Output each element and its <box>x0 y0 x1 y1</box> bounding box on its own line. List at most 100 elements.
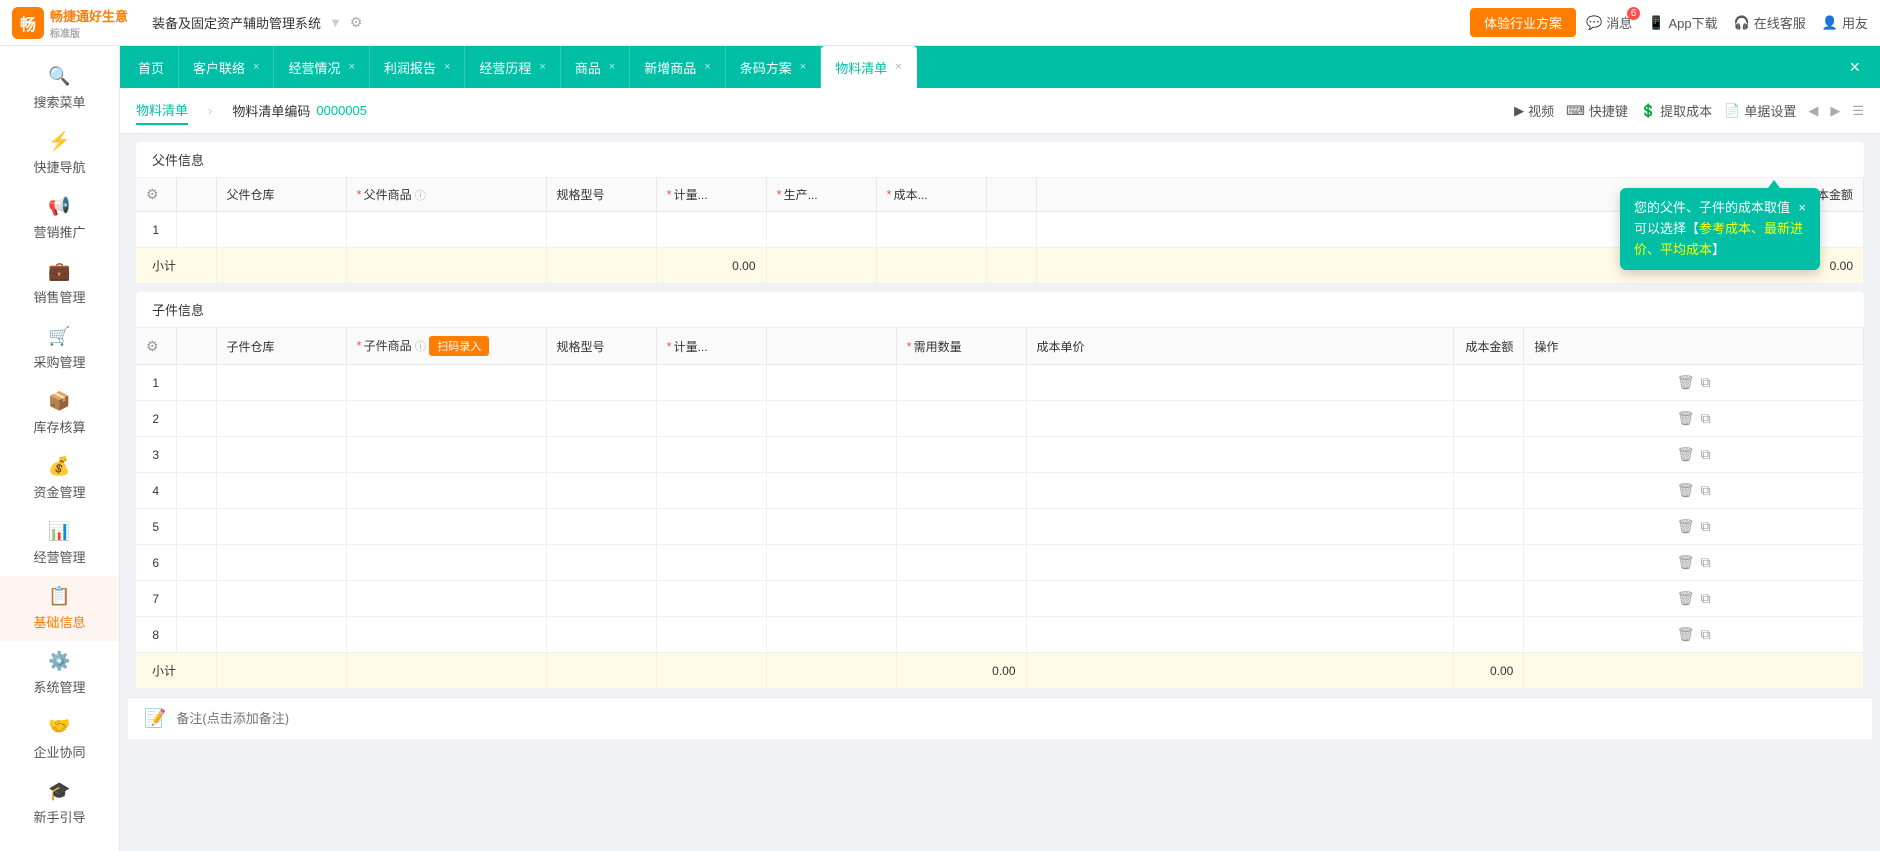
tab-bom[interactable]: 物料清单 × <box>821 46 916 88</box>
sidebar-item-system[interactable]: ⚙️ 系统管理 <box>0 641 119 706</box>
copy-row-7-icon[interactable]: ⧉ <box>1701 590 1711 607</box>
child-qty-7[interactable] <box>896 581 1026 617</box>
child-qty-4[interactable] <box>896 473 1026 509</box>
child-spec-6[interactable] <box>546 545 656 581</box>
sidebar-item-inventory[interactable]: 📦 库存核算 <box>0 381 119 446</box>
child-warehouse-5[interactable] <box>216 509 346 545</box>
sidebar-item-basic-info[interactable]: 📋 基础信息 <box>0 576 119 641</box>
delete-row-2-icon[interactable]: 🗑 <box>1677 410 1695 427</box>
child-qty-1[interactable] <box>896 365 1026 401</box>
delete-row-5-icon[interactable]: 🗑 <box>1677 518 1695 535</box>
child-qty-3[interactable] <box>896 437 1026 473</box>
message-button[interactable]: 💬 消息 6 <box>1586 13 1632 32</box>
child-uprice-3[interactable] <box>1026 437 1454 473</box>
child-spec-3[interactable] <box>546 437 656 473</box>
tab-home[interactable]: 首页 <box>124 46 179 88</box>
parent-unit-cell[interactable] <box>656 212 766 248</box>
close-tab-history[interactable]: × <box>539 61 545 73</box>
parent-product-cell[interactable] <box>346 212 546 248</box>
sidebar-item-search[interactable]: 🔍 搜索菜单 <box>0 56 119 121</box>
tooltip-close-button[interactable]: × <box>1798 198 1806 219</box>
child-unit-5[interactable] <box>656 509 766 545</box>
copy-row-1-icon[interactable]: ⧉ <box>1701 374 1711 391</box>
column-settings-icon[interactable]: ⚙ <box>146 186 159 202</box>
child-unit-3[interactable] <box>656 437 766 473</box>
child-uprice-6[interactable] <box>1026 545 1454 581</box>
child-spec-5[interactable] <box>546 509 656 545</box>
delete-row-4-icon[interactable]: 🗑 <box>1677 482 1695 499</box>
child-unit-1[interactable] <box>656 365 766 401</box>
child-warehouse-1[interactable] <box>216 365 346 401</box>
copy-row-8-icon[interactable]: ⧉ <box>1701 626 1711 643</box>
sidebar-item-sales[interactable]: 💼 销售管理 <box>0 251 119 316</box>
video-action[interactable]: ▶ 视频 <box>1514 101 1554 120</box>
app-download-button[interactable]: 📱 App下载 <box>1648 13 1717 32</box>
user-avatar[interactable]: 👤 用友 <box>1822 13 1868 32</box>
child-product-4[interactable] <box>346 473 546 509</box>
copy-row-5-icon[interactable]: ⧉ <box>1701 518 1711 535</box>
child-column-settings-icon[interactable]: ⚙ <box>146 338 159 354</box>
subheader-tab-bom[interactable]: 物料清单 <box>136 96 188 125</box>
parent-warehouse-cell[interactable] <box>216 212 346 248</box>
child-unit-8[interactable] <box>656 617 766 653</box>
child-warehouse-2[interactable] <box>216 401 346 437</box>
nav-next-icon[interactable]: ▶ <box>1830 103 1840 119</box>
child-uprice-1[interactable] <box>1026 365 1454 401</box>
copy-row-2-icon[interactable]: ⧉ <box>1701 410 1711 427</box>
child-spec-1[interactable] <box>546 365 656 401</box>
tab-history[interactable]: 经营历程 × <box>465 46 560 88</box>
child-spec-4[interactable] <box>546 473 656 509</box>
child-unit-4[interactable] <box>656 473 766 509</box>
child-qty-6[interactable] <box>896 545 1026 581</box>
close-tab-products[interactable]: × <box>609 61 615 73</box>
tab-customer[interactable]: 客户联络 × <box>179 46 274 88</box>
child-qty-8[interactable] <box>896 617 1026 653</box>
sidebar-item-marketing[interactable]: 📢 营销推广 <box>0 186 119 251</box>
close-tab-bom[interactable]: × <box>895 61 901 73</box>
child-product-1[interactable] <box>346 365 546 401</box>
copy-row-6-icon[interactable]: ⧉ <box>1701 554 1711 571</box>
child-warehouse-3[interactable] <box>216 437 346 473</box>
child-qty-5[interactable] <box>896 509 1026 545</box>
tab-barcode[interactable]: 条码方案 × <box>726 46 821 88</box>
parent-cost-cell[interactable] <box>876 212 986 248</box>
child-unit-6[interactable] <box>656 545 766 581</box>
extract-cost-action[interactable]: 💲 提取成本 <box>1640 101 1712 120</box>
close-all-tabs-button[interactable]: × <box>1841 57 1868 77</box>
tab-operations[interactable]: 经营情况 × <box>274 46 369 88</box>
child-product-2[interactable] <box>346 401 546 437</box>
sidebar-item-purchase[interactable]: 🛒 采购管理 <box>0 316 119 381</box>
child-uprice-4[interactable] <box>1026 473 1454 509</box>
online-service-button[interactable]: 🎧 在线客服 <box>1734 13 1806 32</box>
tab-new-product[interactable]: 新增商品 × <box>630 46 725 88</box>
child-spec-2[interactable] <box>546 401 656 437</box>
delete-row-8-icon[interactable]: 🗑 <box>1677 626 1695 643</box>
delete-row-7-icon[interactable]: 🗑 <box>1677 590 1695 607</box>
child-spec-7[interactable] <box>546 581 656 617</box>
copy-row-4-icon[interactable]: ⧉ <box>1701 482 1711 499</box>
child-warehouse-4[interactable] <box>216 473 346 509</box>
child-uprice-5[interactable] <box>1026 509 1454 545</box>
list-view-icon[interactable]: ☰ <box>1852 103 1864 119</box>
trial-button[interactable]: 体验行业方案 <box>1470 8 1576 37</box>
shortcut-action[interactable]: ⌨ 快捷键 <box>1566 101 1628 120</box>
close-tab-barcode[interactable]: × <box>800 61 806 73</box>
child-product-5[interactable] <box>346 509 546 545</box>
child-uprice-2[interactable] <box>1026 401 1454 437</box>
delete-row-1-icon[interactable]: 🗑 <box>1677 374 1695 391</box>
child-unit-2[interactable] <box>656 401 766 437</box>
child-product-7[interactable] <box>346 581 546 617</box>
child-warehouse-8[interactable] <box>216 617 346 653</box>
sidebar-item-operations[interactable]: 📊 经营管理 <box>0 511 119 576</box>
child-product-3[interactable] <box>346 437 546 473</box>
sidebar-item-collab[interactable]: 🤝 企业协同 <box>0 706 119 771</box>
nav-prev-icon[interactable]: ◀ <box>1808 103 1818 119</box>
settings-gear-icon[interactable]: ⚙ <box>350 14 363 31</box>
tab-profit[interactable]: 利润报告 × <box>370 46 465 88</box>
sidebar-item-guide[interactable]: 🎓 新手引导 <box>0 771 119 836</box>
child-product-6[interactable] <box>346 545 546 581</box>
tab-products[interactable]: 商品 × <box>561 46 630 88</box>
delete-row-6-icon[interactable]: 🗑 <box>1677 554 1695 571</box>
sidebar-item-quicknav[interactable]: ⚡ 快捷导航 <box>0 121 119 186</box>
note-input[interactable] <box>176 711 1856 726</box>
